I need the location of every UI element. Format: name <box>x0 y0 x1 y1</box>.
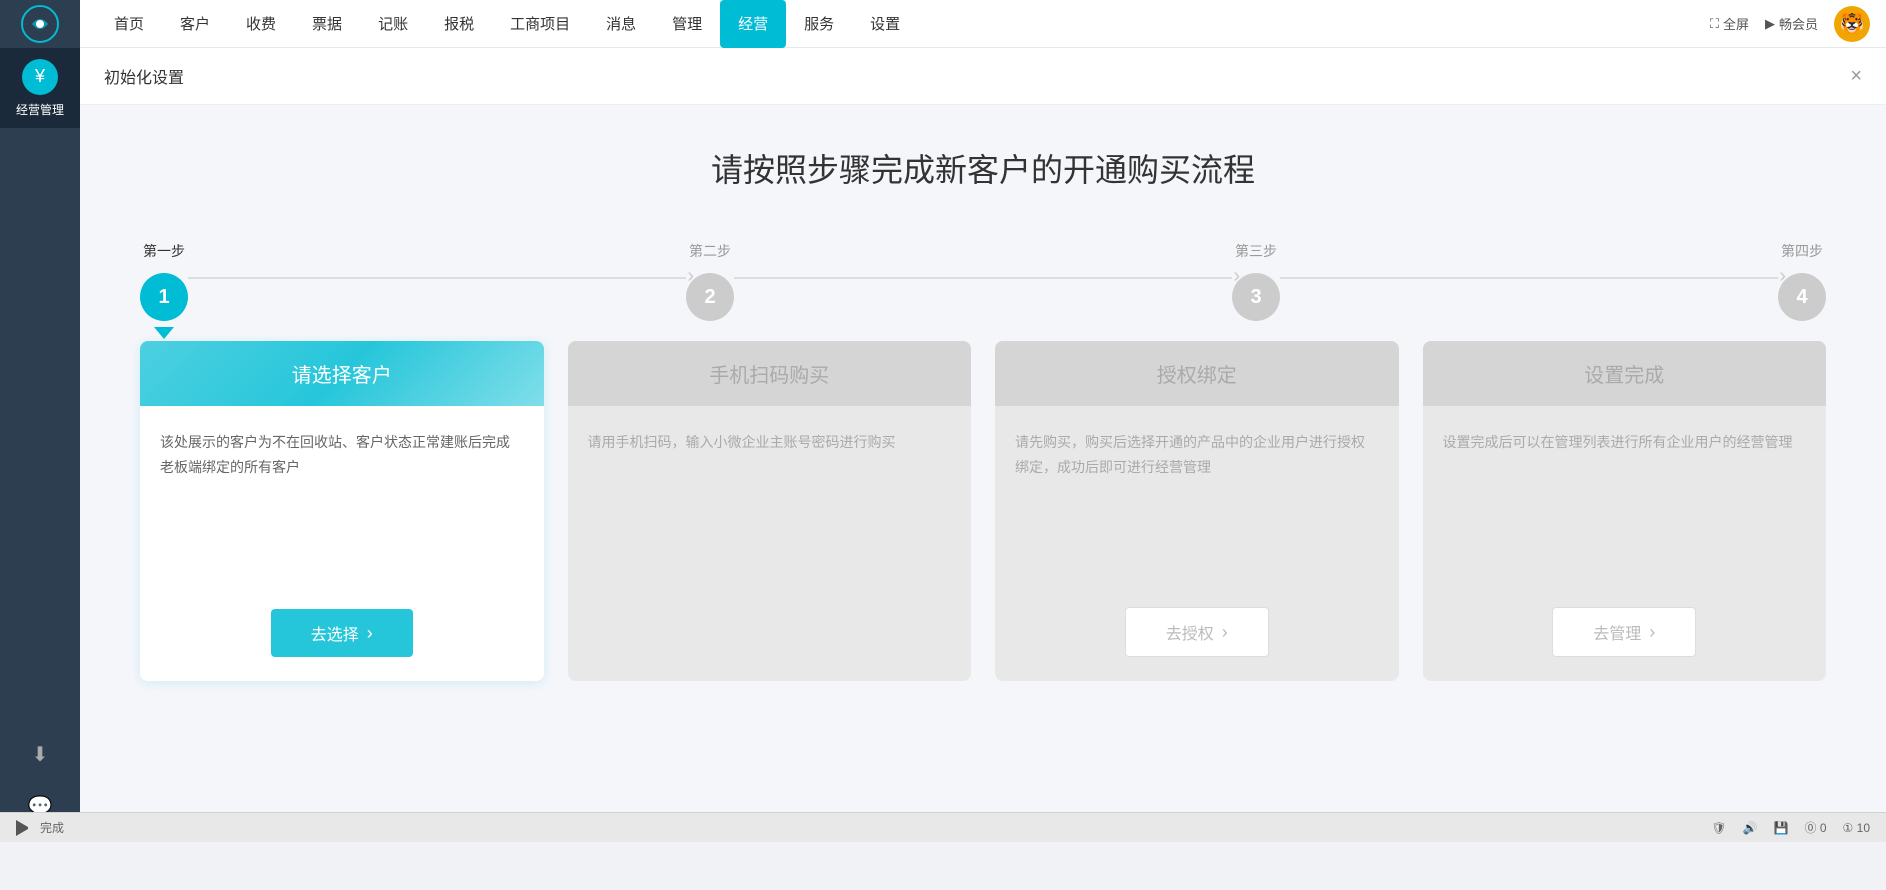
card-1-header: 请选择客户 <box>140 341 544 406</box>
step-2-label: 第二步 <box>689 241 731 261</box>
connector-1-2 <box>188 277 686 279</box>
nav-home[interactable]: 首页 <box>96 0 162 48</box>
nav-right: ⛶ 全屏 ▶ 畅会员 🐯 <box>1710 6 1870 42</box>
go-select-button[interactable]: 去选择 › <box>271 609 413 657</box>
sidebar-item-jingying[interactable]: ¥ 经营管理 <box>0 48 80 128</box>
step-2-circle: 2 <box>686 273 734 321</box>
nav-message[interactable]: 消息 <box>588 0 654 48</box>
nav-accounting[interactable]: 记账 <box>360 0 426 48</box>
step-3-circle: 3 <box>1232 273 1280 321</box>
arrow-icon-4: › <box>1649 622 1655 643</box>
status-text: 完成 <box>40 819 64 836</box>
yuan-icon: ¥ <box>22 59 58 95</box>
fullscreen-icon: ⛶ <box>1710 16 1719 32</box>
page-title: 初始化设置 <box>104 64 184 88</box>
top-nav: 首页 客户 收费 票据 记账 报税 工商项目 消息 管理 经营 服务 设置 ⛶ … <box>80 0 1886 48</box>
card-3-footer: 去授权 › <box>995 591 1399 681</box>
nav-manage[interactable]: 管理 <box>654 0 720 48</box>
nav-charge[interactable]: 收费 <box>228 0 294 48</box>
vip-button[interactable]: ▶ 畅会员 <box>1765 14 1818 33</box>
card-4-footer: 去管理 › <box>1423 591 1827 681</box>
close-button[interactable]: × <box>1850 66 1862 86</box>
shield-icon: 🛡 <box>1711 821 1726 835</box>
step-3-label: 第三步 <box>1235 241 1277 261</box>
step-2-wrapper: 第二步 2 <box>686 241 734 321</box>
nav-tax[interactable]: 报税 <box>426 0 492 48</box>
nav-business[interactable]: 工商项目 <box>492 0 588 48</box>
connector-3-4 <box>1280 277 1778 279</box>
save-icon: 💾 <box>1774 821 1789 835</box>
step-1-circle: 1 <box>140 273 188 321</box>
nav-invoice[interactable]: 票据 <box>294 0 360 48</box>
wizard-area: 请按照步骤完成新客户的开通购买流程 第一步 1 第二步 2 <box>80 105 1886 741</box>
sidebar-item-label: 经营管理 <box>16 101 64 118</box>
status-bar-right: 🛡 🔊 💾 ⓪ 0 ① 10 <box>1711 819 1870 836</box>
steps-container: 第一步 1 第二步 2 第三步 3 <box>140 241 1826 321</box>
card-2-body: 请用手机扫码，输入小微企业主账号密码进行购买 <box>568 406 972 641</box>
card-1-footer: 去选择 › <box>140 593 544 681</box>
status-bar: 完成 🛡 🔊 💾 ⓪ 0 ① 10 <box>0 812 1886 842</box>
sidebar: ¥ 经营管理 ⬇ 💬 <box>0 0 80 842</box>
cards-row: 请选择客户 该处展示的客户为不在回收站、客户状态正常建账后完成老板端绑定的所有客… <box>140 341 1826 681</box>
page-header: 初始化设置 × <box>80 48 1886 105</box>
step-1-label: 第一步 <box>143 241 185 261</box>
time-display: ① 10 <box>1843 821 1870 835</box>
arrow-icon: › <box>367 623 373 644</box>
card-1-body: 该处展示的客户为不在回收站、客户状态正常建账后完成老板端绑定的所有客户 <box>140 406 544 593</box>
nav-service[interactable]: 服务 <box>786 0 852 48</box>
nav-operation[interactable]: 经营 <box>720 0 786 48</box>
main-content: 初始化设置 × 请按照步骤完成新客户的开通购买流程 第一步 1 第二步 2 <box>80 48 1886 812</box>
card-4-header: 设置完成 <box>1423 341 1827 406</box>
sidebar-logo <box>0 0 80 48</box>
msg-count: ⓪ 0 <box>1805 819 1827 836</box>
vip-icon: ▶ <box>1765 16 1775 32</box>
card-4-body: 设置完成后可以在管理列表进行所有企业用户的经营管理 <box>1423 406 1827 591</box>
volume-icon: 🔊 <box>1743 821 1758 835</box>
card-4: 设置完成 设置完成后可以在管理列表进行所有企业用户的经营管理 去管理 › <box>1423 341 1827 681</box>
card-3: 授权绑定 请先购买，购买后选择开通的产品中的企业用户进行授权绑定，成功后即可进行… <box>995 341 1399 681</box>
fullscreen-button[interactable]: ⛶ 全屏 <box>1710 14 1749 33</box>
step-4-wrapper: 第四步 4 <box>1778 241 1826 321</box>
step-4-label: 第四步 <box>1781 241 1823 261</box>
connector-2-3 <box>734 277 1232 279</box>
step-3-wrapper: 第三步 3 <box>1232 241 1280 321</box>
download-icon[interactable]: ⬇ <box>20 734 60 774</box>
avatar[interactable]: 🐯 <box>1834 6 1870 42</box>
arrow-icon-3: › <box>1222 622 1228 643</box>
status-bar-left: 完成 <box>16 819 64 836</box>
card-2: 手机扫码购买 请用手机扫码，输入小微企业主账号密码进行购买 <box>568 341 972 681</box>
go-manage-button[interactable]: 去管理 › <box>1552 607 1696 657</box>
wizard-heading: 请按照步骤完成新客户的开通购买流程 <box>140 145 1826 191</box>
card-1: 请选择客户 该处展示的客户为不在回收站、客户状态正常建账后完成老板端绑定的所有客… <box>140 341 544 681</box>
nav-settings[interactable]: 设置 <box>852 0 918 48</box>
step-4-circle: 4 <box>1778 273 1826 321</box>
card-3-body: 请先购买，购买后选择开通的产品中的企业用户进行授权绑定，成功后即可进行经营管理 <box>995 406 1399 591</box>
go-auth-button[interactable]: 去授权 › <box>1125 607 1269 657</box>
play-icon <box>16 820 32 836</box>
card-2-header: 手机扫码购买 <box>568 341 972 406</box>
card-2-footer <box>568 641 972 681</box>
card-3-header: 授权绑定 <box>995 341 1399 406</box>
step-1-wrapper: 第一步 1 <box>140 241 188 321</box>
nav-customer[interactable]: 客户 <box>162 0 228 48</box>
